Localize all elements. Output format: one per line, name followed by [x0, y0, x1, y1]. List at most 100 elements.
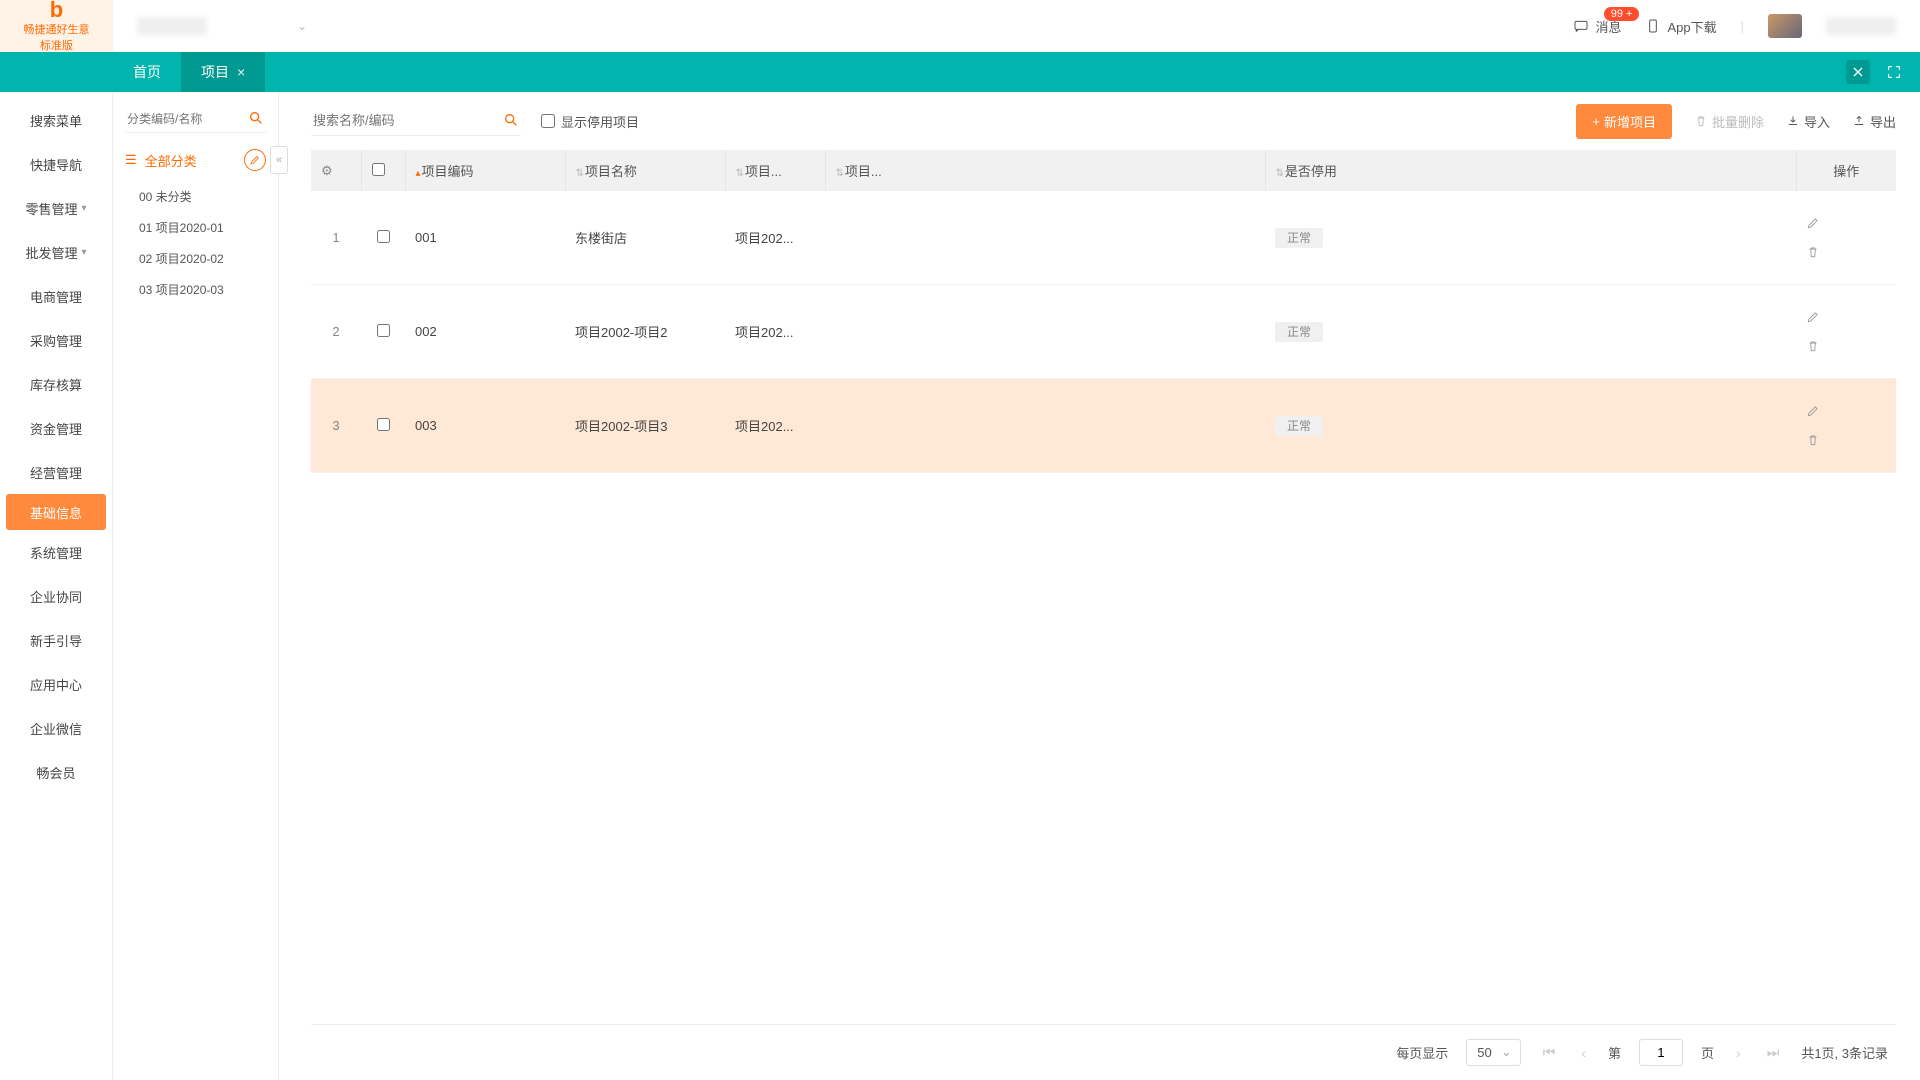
- status-badge: 正常: [1275, 228, 1323, 248]
- sidenav-item[interactable]: 基础信息: [6, 494, 106, 530]
- sidenav-item[interactable]: 批发管理▾: [0, 230, 112, 274]
- gear-icon: ⚙: [321, 163, 333, 178]
- page-last-button[interactable]: ⏭: [1763, 1044, 1784, 1061]
- delete-row-button[interactable]: [1806, 433, 1886, 447]
- status-badge: 正常: [1275, 322, 1323, 342]
- add-project-button[interactable]: + 新增项目: [1576, 104, 1672, 139]
- tab-project[interactable]: 项目 ×: [181, 52, 265, 92]
- fullscreen-icon: [1886, 64, 1902, 80]
- table-row[interactable]: 2002项目2002-项目2项目202...正常: [311, 285, 1896, 379]
- tab-home[interactable]: 首页: [113, 52, 181, 92]
- business-selector[interactable]: ⌄: [137, 17, 307, 35]
- sidenav-item[interactable]: 畅会员: [0, 750, 112, 794]
- import-link[interactable]: 导入: [1786, 112, 1830, 131]
- show-disabled-checkbox[interactable]: 显示停用项目: [541, 112, 639, 131]
- category-item[interactable]: 03 项目2020-03: [121, 274, 278, 305]
- sort-icon: ▴: [416, 168, 418, 179]
- col-settings[interactable]: ⚙: [311, 150, 361, 191]
- row-checkbox[interactable]: [377, 324, 390, 337]
- toolbar: 显示停用项目 + 新增项目 批量删除 导入 导出: [311, 92, 1896, 150]
- sidenav-item[interactable]: 新手引导: [0, 618, 112, 662]
- business-name-blurred: [137, 17, 207, 35]
- category-panel: ☰ 全部分类 00 未分类01 项目2020-0102 项目2020-0203 …: [113, 92, 279, 1080]
- search-input[interactable]: [311, 106, 521, 136]
- page-first-button[interactable]: ⏮: [1539, 1044, 1560, 1061]
- table-row[interactable]: 1001东楼街店项目202...正常: [311, 191, 1896, 285]
- row-checkbox[interactable]: [377, 418, 390, 431]
- sidenav-item[interactable]: 搜索菜单: [0, 98, 112, 142]
- sidenav-item[interactable]: 企业微信: [0, 706, 112, 750]
- category-item[interactable]: 01 项目2020-01: [121, 212, 278, 243]
- messages-badge: 99 +: [1604, 7, 1640, 21]
- page-next-button[interactable]: ›: [1732, 1045, 1745, 1061]
- edit-row-button[interactable]: [1806, 310, 1886, 324]
- search-icon[interactable]: [503, 112, 519, 128]
- export-icon: [1852, 114, 1866, 128]
- sidenav-item[interactable]: 零售管理▾: [0, 186, 112, 230]
- close-icon: [1850, 64, 1866, 80]
- sort-icon: ⇅: [836, 168, 841, 179]
- chat-icon: [1573, 18, 1589, 34]
- caret-icon: ▾: [81, 247, 86, 258]
- app-download-link[interactable]: App下载: [1645, 17, 1716, 36]
- tab-close-all-button[interactable]: [1846, 60, 1870, 84]
- sort-icon: ⇅: [576, 168, 581, 179]
- export-link[interactable]: 导出: [1852, 112, 1896, 131]
- plus-icon: +: [1592, 114, 1600, 129]
- col-name[interactable]: ⇅项目名称: [565, 150, 725, 191]
- fullscreen-button[interactable]: [1882, 60, 1906, 84]
- pencil-icon: [249, 154, 261, 166]
- brand-text-1: 畅捷通好生意: [24, 21, 90, 37]
- main-content: 显示停用项目 + 新增项目 批量删除 导入 导出: [279, 92, 1920, 1080]
- sidenav-item[interactable]: 资金管理: [0, 406, 112, 450]
- sidenav-item[interactable]: 系统管理: [0, 530, 112, 574]
- trash-icon: [1694, 114, 1708, 128]
- user-avatar[interactable]: [1768, 14, 1802, 38]
- category-search-input[interactable]: [125, 106, 266, 133]
- brand-text-2: 标准版: [40, 37, 73, 53]
- sidenav-item[interactable]: 快捷导航: [0, 142, 112, 186]
- category-all[interactable]: ☰ 全部分类: [113, 143, 278, 177]
- sidenav-item[interactable]: 电商管理: [0, 274, 112, 318]
- brand-logo: b 畅捷通好生意 标准版: [0, 0, 113, 52]
- page-summary: 共1页, 3条记录: [1801, 1043, 1888, 1062]
- sidenav-item[interactable]: 库存核算: [0, 362, 112, 406]
- sort-icon: ⇅: [1276, 168, 1281, 179]
- tab-bar: 首页 项目 ×: [0, 52, 1920, 92]
- delete-row-button[interactable]: [1806, 245, 1886, 259]
- category-all-label: 全部分类: [145, 151, 197, 170]
- col-check-all[interactable]: [361, 150, 405, 191]
- col-code[interactable]: ▴项目编码: [405, 150, 565, 191]
- user-name-blurred: [1826, 17, 1896, 35]
- page-prev-button[interactable]: ‹: [1577, 1045, 1590, 1061]
- list-icon: ☰: [125, 152, 137, 168]
- status-badge: 正常: [1275, 416, 1323, 436]
- row-checkbox[interactable]: [377, 230, 390, 243]
- edit-row-button[interactable]: [1806, 216, 1886, 230]
- perpage-label: 每页显示: [1396, 1043, 1448, 1062]
- edit-category-button[interactable]: [244, 149, 266, 171]
- col-status[interactable]: ⇅是否停用: [1265, 150, 1796, 191]
- table-row[interactable]: 3003项目2002-项目3项目202...正常: [311, 379, 1896, 473]
- perpage-select[interactable]: 50: [1466, 1039, 1520, 1066]
- collapse-panel-button[interactable]: «: [270, 146, 288, 174]
- page-input[interactable]: [1639, 1039, 1683, 1066]
- search-icon[interactable]: [248, 110, 264, 126]
- sidenav-item[interactable]: 采购管理: [0, 318, 112, 362]
- sidenav-item[interactable]: 经营管理: [0, 450, 112, 494]
- category-item[interactable]: 00 未分类: [121, 181, 278, 212]
- category-list: 00 未分类01 项目2020-0102 项目2020-0203 项目2020-…: [113, 177, 278, 305]
- delete-row-button[interactable]: [1806, 339, 1886, 353]
- sort-icon: ⇅: [736, 168, 741, 179]
- sidenav-item[interactable]: 应用中心: [0, 662, 112, 706]
- col-c3[interactable]: ⇅项目...: [725, 150, 825, 191]
- edit-row-button[interactable]: [1806, 404, 1886, 418]
- chevron-down-icon: ⌄: [297, 19, 307, 33]
- project-table: ⚙ ▴项目编码 ⇅项目名称 ⇅项目... ⇅项目... ⇅是否停用 操作 100…: [311, 150, 1896, 473]
- side-nav: 搜索菜单快捷导航零售管理▾批发管理▾电商管理采购管理库存核算资金管理经营管理基础…: [0, 92, 113, 1080]
- sidenav-item[interactable]: 企业协同: [0, 574, 112, 618]
- col-c4[interactable]: ⇅项目...: [825, 150, 1265, 191]
- close-icon[interactable]: ×: [237, 64, 245, 80]
- category-item[interactable]: 02 项目2020-02: [121, 243, 278, 274]
- messages-link[interactable]: 消息 99 +: [1573, 17, 1621, 36]
